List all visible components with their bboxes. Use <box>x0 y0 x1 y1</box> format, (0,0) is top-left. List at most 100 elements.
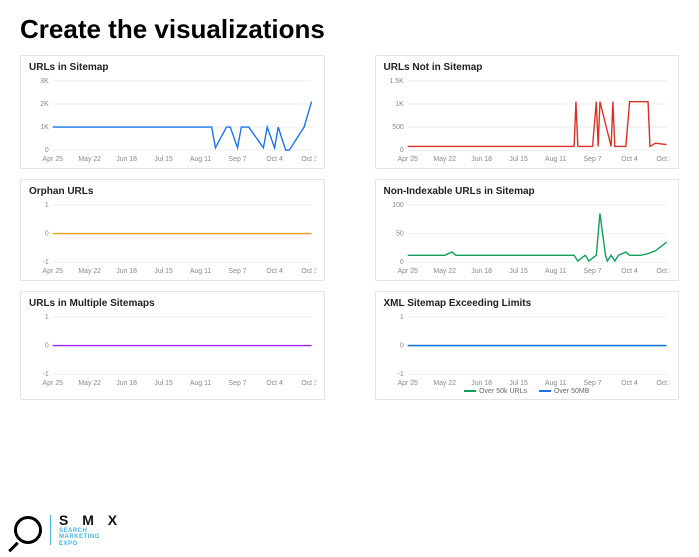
svg-text:Oct 31: Oct 31 <box>656 156 670 163</box>
svg-text:Jul 15: Jul 15 <box>509 268 528 275</box>
chart-plot: 0 1K 2K 3K Apr 25 May 22 Jun 18 Jul 15 Aug 11 Sep… <box>29 75 316 164</box>
legend-swatch-icon <box>464 390 476 392</box>
chart-card-non_indexable: Non-Indexable URLs in Sitemap 0 50 100 Apr 2… <box>375 179 680 281</box>
brand-tag3: EXPO <box>59 541 122 547</box>
chart-plot: -1 0 1 Apr 25 May 22 Jun 18 Jul 15 Aug 11 Sep 7 O… <box>29 199 316 276</box>
brand-short: S M X <box>59 513 122 528</box>
svg-text:Jun 18: Jun 18 <box>471 156 492 163</box>
svg-text:May 22: May 22 <box>78 156 101 163</box>
svg-text:Aug 11: Aug 11 <box>190 156 212 163</box>
svg-text:Aug 11: Aug 11 <box>190 380 212 387</box>
svg-text:May 22: May 22 <box>433 380 456 387</box>
svg-text:Apr 25: Apr 25 <box>43 156 64 163</box>
svg-text:May 22: May 22 <box>78 268 101 275</box>
chart-card-urls_not_in_sitemap: URLs Not in Sitemap 0 500 1K 1.5K Apr 25 May 2… <box>375 55 680 169</box>
svg-text:1K: 1K <box>40 124 49 131</box>
svg-text:Jun 18: Jun 18 <box>116 268 137 275</box>
svg-text:Apr 25: Apr 25 <box>43 268 64 275</box>
svg-text:Sep 7: Sep 7 <box>229 268 247 275</box>
svg-text:1K: 1K <box>395 101 404 108</box>
legend-item: Over 50MB <box>539 388 589 395</box>
svg-text:100: 100 <box>392 202 404 209</box>
svg-text:Jun 18: Jun 18 <box>116 156 137 163</box>
legend-label: Over 50k URLs <box>479 388 527 395</box>
svg-text:Jul 15: Jul 15 <box>154 268 173 275</box>
svg-text:Aug 11: Aug 11 <box>190 268 212 275</box>
chart-title: Orphan URLs <box>29 186 316 197</box>
svg-text:1: 1 <box>45 202 49 209</box>
svg-text:1: 1 <box>45 314 49 321</box>
svg-text:50: 50 <box>396 230 404 237</box>
svg-text:Oct 31: Oct 31 <box>656 380 670 387</box>
svg-text:-1: -1 <box>397 371 403 378</box>
svg-text:Jul 15: Jul 15 <box>154 380 173 387</box>
svg-text:Sep 7: Sep 7 <box>583 268 601 275</box>
svg-text:Aug 11: Aug 11 <box>544 156 566 163</box>
legend-item: Over 50k URLs <box>464 388 527 395</box>
chart-card-exceeding_limits: XML Sitemap Exceeding Limits -1 0 1 Apr 25 Ma… <box>375 291 680 400</box>
legend-swatch-icon <box>539 390 551 392</box>
chart-legend: Over 50k URLs Over 50MB <box>384 388 671 395</box>
svg-text:Oct 4: Oct 4 <box>621 156 638 163</box>
chart-title: URLs Not in Sitemap <box>384 62 671 73</box>
svg-text:May 22: May 22 <box>433 156 456 163</box>
page-title: Create the visualizations <box>0 0 699 51</box>
svg-text:Oct 4: Oct 4 <box>621 380 638 387</box>
svg-text:500: 500 <box>392 124 404 131</box>
svg-text:Oct 31: Oct 31 <box>301 156 315 163</box>
svg-text:Oct 4: Oct 4 <box>266 380 283 387</box>
svg-text:Aug 11: Aug 11 <box>544 268 566 275</box>
svg-text:Oct 31: Oct 31 <box>301 268 315 275</box>
svg-text:Jul 15: Jul 15 <box>154 156 173 163</box>
chart-title: URLs in Multiple Sitemaps <box>29 298 316 309</box>
svg-text:0: 0 <box>45 230 49 237</box>
chart-title: URLs in Sitemap <box>29 62 316 73</box>
svg-text:Oct 4: Oct 4 <box>266 156 283 163</box>
svg-text:-1: -1 <box>43 371 49 378</box>
svg-text:1.5K: 1.5K <box>389 78 404 85</box>
svg-text:Sep 7: Sep 7 <box>583 156 601 163</box>
svg-text:May 22: May 22 <box>78 380 101 387</box>
svg-text:Jun 18: Jun 18 <box>116 380 137 387</box>
svg-text:0: 0 <box>399 343 403 350</box>
svg-text:0: 0 <box>399 147 403 154</box>
svg-text:Apr 25: Apr 25 <box>397 156 418 163</box>
svg-text:Oct 4: Oct 4 <box>266 268 283 275</box>
chart-plot: 0 500 1K 1.5K Apr 25 May 22 Jun 18 Jul 15 Aug 11… <box>384 75 671 164</box>
brand-block: S M X SEARCH MARKETING EXPO <box>59 513 122 547</box>
svg-text:0: 0 <box>399 259 403 266</box>
svg-text:Oct 4: Oct 4 <box>621 268 638 275</box>
svg-text:0: 0 <box>45 343 49 350</box>
svg-text:3K: 3K <box>40 78 49 85</box>
divider <box>50 515 51 545</box>
footer-branding: S M X SEARCH MARKETING EXPO <box>14 513 122 547</box>
magnifier-icon <box>14 516 42 544</box>
svg-text:Sep 7: Sep 7 <box>229 156 247 163</box>
svg-text:Apr 25: Apr 25 <box>43 380 64 387</box>
svg-text:May 22: May 22 <box>433 268 456 275</box>
chart-plot: -101Apr 25May 22Jun 18Jul 15Aug 11Sep 7O… <box>384 311 671 388</box>
svg-text:Jul 15: Jul 15 <box>509 156 528 163</box>
chart-card-urls_in_sitemap: URLs in Sitemap 0 1K 2K 3K Apr 25 May 22 Jun 18… <box>20 55 325 169</box>
svg-text:Oct 31: Oct 31 <box>656 268 670 275</box>
svg-text:Oct 31: Oct 31 <box>301 380 315 387</box>
svg-text:Sep 7: Sep 7 <box>583 380 601 387</box>
svg-text:Jul 15: Jul 15 <box>509 380 528 387</box>
svg-text:0: 0 <box>45 147 49 154</box>
svg-text:Jun 18: Jun 18 <box>471 268 492 275</box>
chart-title: XML Sitemap Exceeding Limits <box>384 298 671 309</box>
svg-text:Apr 25: Apr 25 <box>397 268 418 275</box>
svg-text:1: 1 <box>399 314 403 321</box>
svg-text:Sep 7: Sep 7 <box>229 380 247 387</box>
svg-text:Apr 25: Apr 25 <box>397 380 418 387</box>
chart-card-orphan_urls: Orphan URLs -1 0 1 Apr 25 May 22 Jun 18 Jul 15 A… <box>20 179 325 281</box>
chart-grid: URLs in Sitemap 0 1K 2K 3K Apr 25 May 22 Jun 18… <box>0 51 699 408</box>
svg-text:2K: 2K <box>40 101 49 108</box>
legend-label: Over 50MB <box>554 388 589 395</box>
svg-text:Aug 11: Aug 11 <box>544 380 566 387</box>
svg-text:-1: -1 <box>43 259 49 266</box>
chart-card-multiple_sitemaps: URLs in Multiple Sitemaps -1 0 1 Apr 25 May 2… <box>20 291 325 400</box>
chart-title: Non-Indexable URLs in Sitemap <box>384 186 671 197</box>
chart-plot: -1 0 1 Apr 25 May 22 Jun 18 Jul 15 Aug 11 Sep 7 O… <box>29 311 316 388</box>
chart-plot: 0 50 100 Apr 25 May 22 Jun 18 Jul 15 Aug 11 Sep … <box>384 199 671 276</box>
